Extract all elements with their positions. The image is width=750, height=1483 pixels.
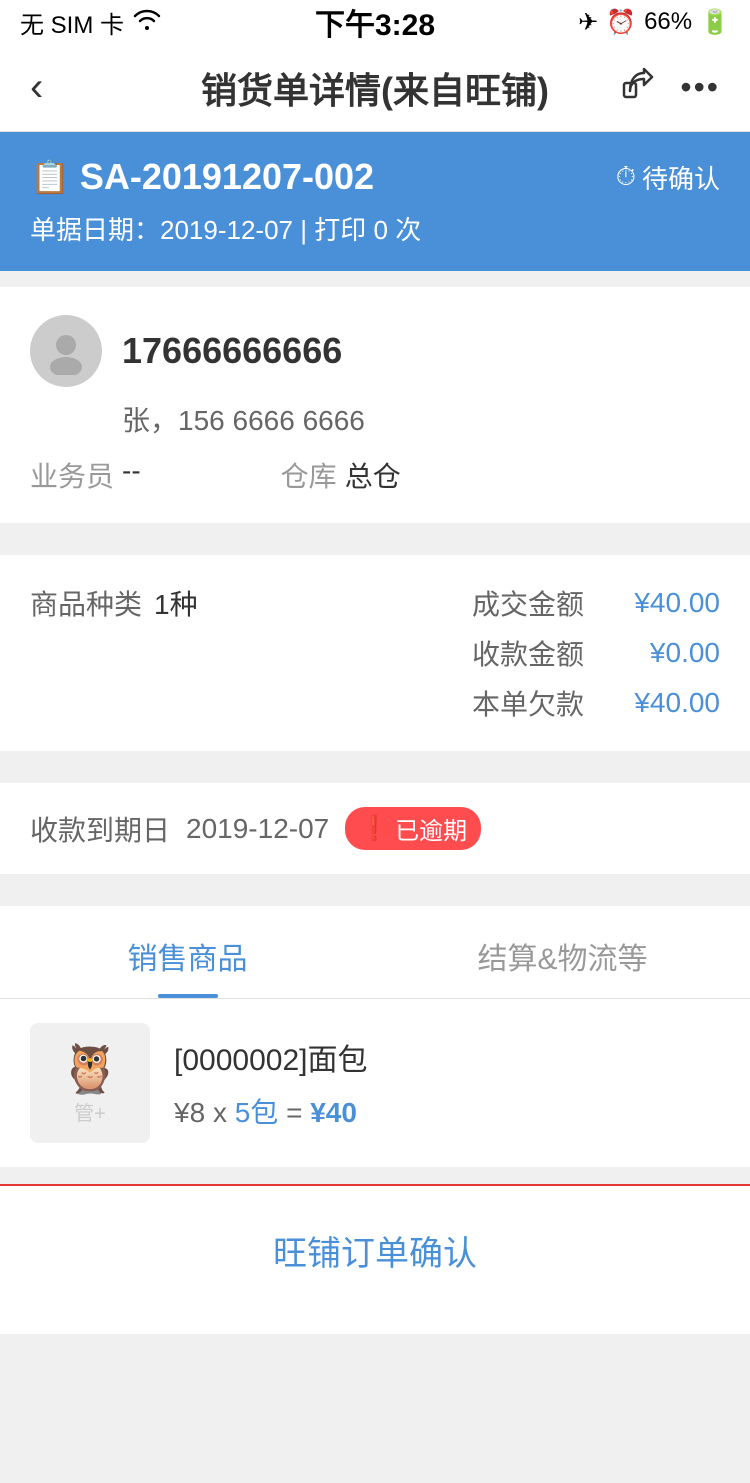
order-id: 📋 SA-20191207-002 (30, 156, 374, 198)
divider-3 (0, 767, 750, 783)
clock-icon: ⏱ (616, 161, 636, 193)
status-bar-right: ✈ ⏰ 66% 🔋 (578, 8, 730, 37)
product-thumbnail: 🦉 管+ (30, 1023, 150, 1143)
battery-icon: 🔋 (700, 8, 730, 37)
wifi-icon (132, 8, 162, 37)
summary-section: 商品种类 1种 成交金额 ¥40.00 收款金额 ¥0.00 本单欠款 ¥40.… (0, 555, 750, 751)
customer-name: 张，156 6666 6666 (30, 399, 720, 439)
customer-meta: 业务员 -- 仓库 总仓 (30, 455, 720, 495)
more-icon[interactable]: ••• (680, 69, 720, 106)
debt-row: 本单欠款 ¥40.00 (472, 683, 720, 723)
battery-text: 66% (644, 8, 692, 36)
order-status: ⏱ 待确认 (616, 159, 720, 196)
back-button[interactable]: ‹ (30, 65, 43, 110)
page-title: 销货单详情(来自旺铺) (201, 62, 549, 114)
bottom-bar: 旺铺订单确认 (0, 1184, 750, 1334)
order-date: 单据日期：2019-12-07 | 打印 0 次 (30, 210, 720, 247)
warehouse-meta: 仓库 总仓 (281, 455, 401, 495)
customer-section: 17666666666 张，156 6666 6666 业务员 -- 仓库 总仓 (0, 287, 750, 523)
product-info: [0000002]面包 ¥8 x 5包 = ¥40 (174, 1035, 720, 1131)
salesman-meta: 业务员 -- (30, 455, 141, 495)
customer-phone: 17666666666 (122, 330, 342, 372)
confirm-order-button[interactable]: 旺铺订单确认 (40, 1206, 710, 1294)
amount-row: 成交金额 ¥40.00 (472, 583, 720, 623)
overdue-icon: ❗ (359, 814, 389, 843)
product-section: 🦉 管+ [0000002]面包 ¥8 x 5包 = ¥40 (0, 999, 750, 1167)
product-name: [0000002]面包 (174, 1035, 720, 1079)
summary-right: 成交金额 ¥40.00 收款金额 ¥0.00 本单欠款 ¥40.00 (472, 583, 720, 723)
tab-sales-product[interactable]: 销售商品 (0, 906, 375, 998)
order-header: 📋 SA-20191207-002 ⏱ 待确认 单据日期：2019-12-07 … (0, 132, 750, 271)
status-bar-left: 无 SIM 卡 (20, 5, 162, 40)
share-icon[interactable] (620, 65, 656, 110)
tab-settlement[interactable]: 结算&物流等 (375, 906, 750, 998)
order-icon: 📋 (30, 158, 70, 196)
divider-2 (0, 539, 750, 555)
divider-4 (0, 890, 750, 906)
status-bar: 无 SIM 卡 下午3:28 ✈ ⏰ 66% 🔋 (0, 0, 750, 44)
location-icon: ✈ (578, 8, 598, 37)
overdue-badge: ❗ 已逾期 (345, 807, 481, 850)
nav-right-actions: ••• (620, 65, 720, 110)
received-row: 收款金额 ¥0.00 (472, 633, 720, 673)
product-type: 商品种类 1种 (30, 583, 198, 623)
tabs-section: 销售商品 结算&物流等 (0, 906, 750, 999)
due-section: 收款到期日 2019-12-07 ❗ 已逾期 (0, 783, 750, 874)
status-bar-time: 下午3:28 (315, 0, 435, 44)
nav-bar: ‹ 销货单详情(来自旺铺) ••• (0, 44, 750, 132)
alarm-icon: ⏰ (606, 8, 636, 37)
avatar (30, 315, 102, 387)
product-price: ¥8 x 5包 = ¥40 (174, 1091, 720, 1131)
divider-1 (0, 271, 750, 287)
carrier-text: 无 SIM 卡 (20, 5, 124, 40)
